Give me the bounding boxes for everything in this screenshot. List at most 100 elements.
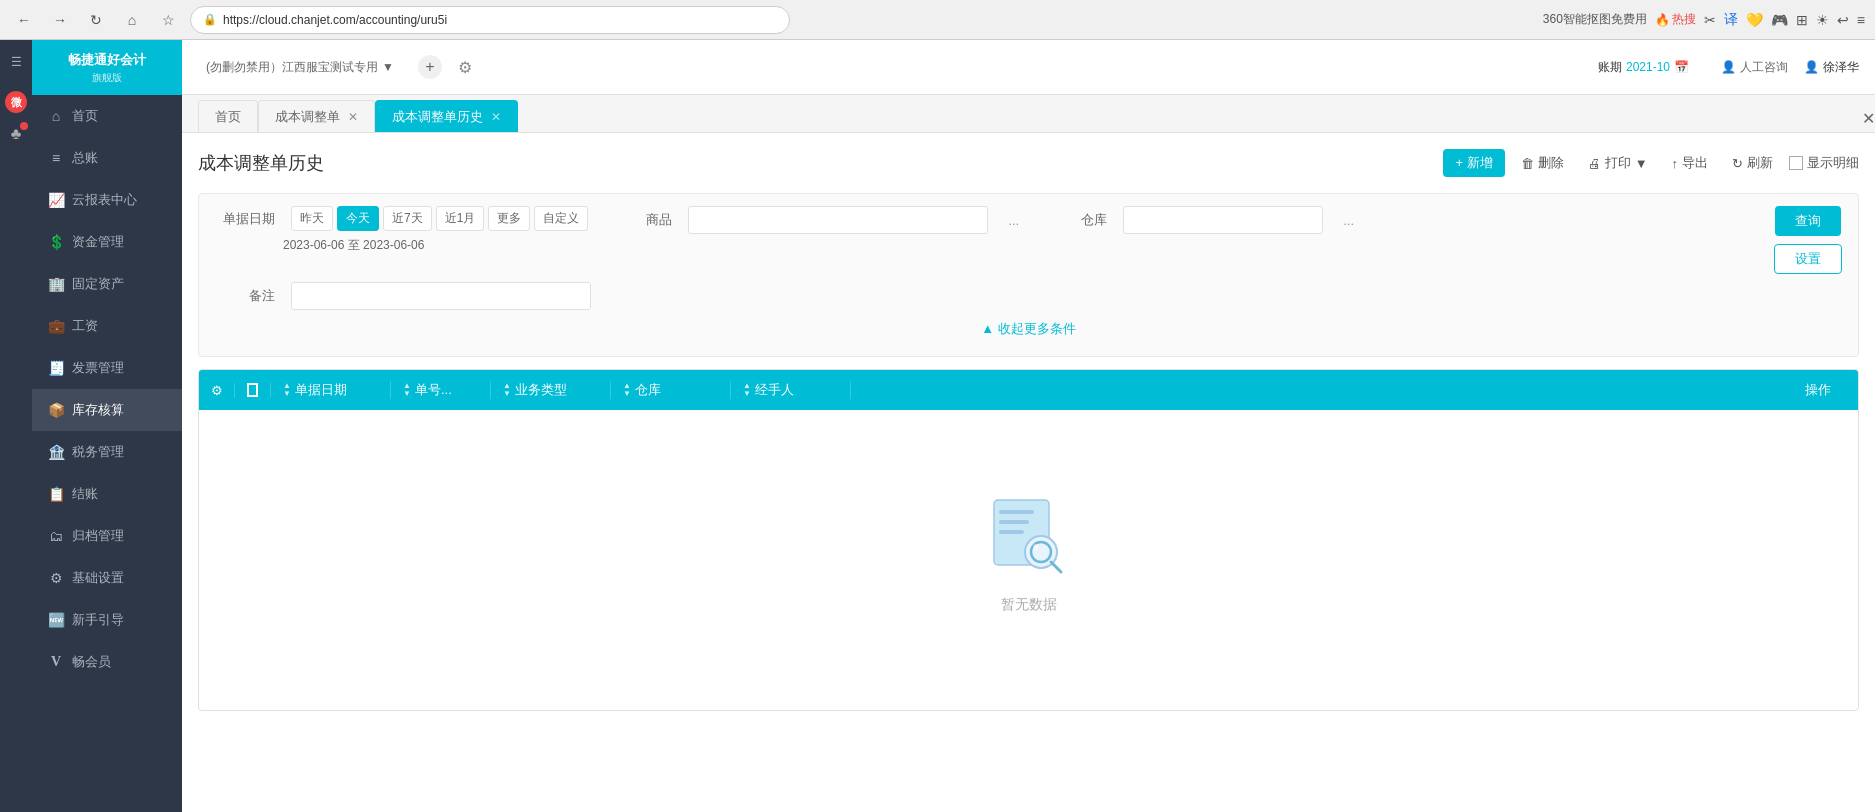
sidebar-item-inventory[interactable]: 📦 库存核算 (32, 389, 182, 431)
url-text: https://cloud.chanjet.com/accounting/uru… (223, 13, 447, 27)
add-button[interactable]: + 新增 (1443, 149, 1504, 177)
sort-arrows-biz: ▲▼ (503, 382, 511, 398)
col-handler[interactable]: ▲▼ 经手人 (731, 381, 851, 399)
tab-cost-adjust-label: 成本调整单 (275, 108, 340, 126)
settings-icon: ⚙ (48, 570, 64, 586)
fire-icon: 🔥 (1655, 13, 1670, 27)
sidebar-label-closing: 结账 (72, 485, 98, 503)
date-btn-7days[interactable]: 近7天 (383, 206, 432, 231)
sidebar-label-ledger: 总账 (72, 149, 98, 167)
show-cols-toggle[interactable]: 显示明细 (1789, 154, 1859, 172)
inventory-icon: 📦 (48, 402, 64, 418)
tab-cost-adjust[interactable]: 成本调整单 ✕ (258, 100, 375, 132)
sidebar-label-vip: 畅会员 (72, 653, 111, 671)
show-cols-checkbox[interactable] (1789, 156, 1803, 170)
refresh-button[interactable]: ↻ (82, 6, 110, 34)
sidebar-item-home[interactable]: ⌂ 首页 (32, 95, 182, 137)
col-checkbox[interactable] (235, 383, 271, 397)
assets-icon: 🏢 (48, 276, 64, 292)
back-button[interactable]: ← (10, 6, 38, 34)
svg-line-6 (1051, 562, 1061, 572)
notes-input[interactable] (291, 282, 591, 310)
svg-rect-3 (999, 530, 1024, 534)
export-button[interactable]: ↑ 导出 (1664, 150, 1717, 176)
tab-home[interactable]: 首页 (198, 100, 258, 132)
sidebar-item-closing[interactable]: 📋 结账 (32, 473, 182, 515)
date-btn-more[interactable]: 更多 (488, 206, 530, 231)
star-button[interactable]: ☆ (154, 6, 182, 34)
strip-item-3[interactable]: ♣ (2, 120, 30, 148)
col-biz-type[interactable]: ▲▼ 业务类型 (491, 381, 611, 399)
svg-point-7 (1033, 544, 1039, 550)
close-all-tabs-button[interactable]: ✕ (1862, 109, 1875, 128)
tab-cost-adjust-history-close[interactable]: ✕ (491, 110, 501, 124)
export-icon: ↑ (1672, 156, 1679, 171)
goods-dots[interactable]: ... (1004, 213, 1023, 228)
filter-settings-button[interactable]: 设置 (1774, 244, 1842, 274)
add-company-button[interactable]: + (418, 55, 442, 79)
trash-icon: 🗑 (1521, 156, 1534, 171)
strip-item-2[interactable]: 微 (2, 88, 30, 116)
col-date[interactable]: ▲▼ 单据日期 (271, 381, 391, 399)
sidebar-label-inventory: 库存核算 (72, 401, 124, 419)
sidebar-item-archive[interactable]: 🗂 归档管理 (32, 515, 182, 557)
strip-item-1[interactable]: ☰ (2, 48, 30, 76)
filter-date-row: 单据日期 昨天 今天 近7天 近1月 更多 自定义 (215, 206, 588, 231)
date-btn-1month[interactable]: 近1月 (436, 206, 485, 231)
menu-icon[interactable]: ≡ (1857, 12, 1865, 28)
invoice-icon: 🧾 (48, 360, 64, 376)
service-button[interactable]: 👤 人工咨询 (1721, 59, 1788, 76)
collapse-icon: ▲ (981, 321, 994, 336)
sidebar-item-invoice[interactable]: 🧾 发票管理 (32, 347, 182, 389)
date-btn-yesterday[interactable]: 昨天 (291, 206, 333, 231)
closing-icon: 📋 (48, 486, 64, 502)
lock-icon: 🔒 (203, 13, 217, 26)
col-bill-no[interactable]: ▲▼ 单号... (391, 381, 491, 399)
sidebar-item-assets[interactable]: 🏢 固定资产 (32, 263, 182, 305)
sidebar-item-tax[interactable]: 🏦 税务管理 (32, 431, 182, 473)
delete-button[interactable]: 🗑 删除 (1513, 150, 1572, 176)
brightness-icon: ☀ (1816, 12, 1829, 28)
sidebar-item-reports[interactable]: 📈 云报表中心 (32, 179, 182, 221)
goods-filter-label: 商品 (612, 211, 672, 229)
account-period: 账期 2021-10 📅 (1598, 59, 1689, 76)
settings-gear-icon[interactable]: ⚙ (458, 58, 472, 77)
filter-goods-row: 商品 ... (612, 206, 1023, 234)
table-body: 暂无数据 (199, 410, 1858, 710)
col-actions: 操作 (1778, 381, 1858, 399)
sidebar-label-salary: 工资 (72, 317, 98, 335)
sidebar-logo: 畅捷通好会计 旗舰版 (32, 40, 182, 95)
refresh-button[interactable]: ↻ 刷新 (1724, 150, 1781, 176)
sidebar-item-salary[interactable]: 💼 工资 (32, 305, 182, 347)
goods-input[interactable] (688, 206, 988, 234)
calendar-icon[interactable]: 📅 (1674, 60, 1689, 74)
top-bar: (勿删勿禁用）江西服宝测试专用 ▼ + ⚙ 账期 2021-10 📅 👤 人工咨… (182, 40, 1875, 95)
sidebar-item-ledger[interactable]: ≡ 总账 (32, 137, 182, 179)
col-settings-icon: ⚙ (211, 383, 223, 398)
date-btn-custom[interactable]: 自定义 (534, 206, 588, 231)
warehouse-input[interactable] (1123, 206, 1323, 234)
grid-icon: ⊞ (1796, 12, 1808, 28)
sidebar-item-settings[interactable]: ⚙ 基础设置 (32, 557, 182, 599)
col-warehouse[interactable]: ▲▼ 仓库 (611, 381, 731, 399)
home-button[interactable]: ⌂ (118, 6, 146, 34)
warehouse-dots[interactable]: ... (1339, 213, 1358, 228)
user-info[interactable]: 👤 徐泽华 (1804, 59, 1859, 76)
col-settings[interactable]: ⚙ (199, 383, 235, 398)
funds-icon: 💲 (48, 234, 64, 250)
sidebar-item-funds[interactable]: 💲 资金管理 (32, 221, 182, 263)
tab-cost-adjust-close[interactable]: ✕ (348, 110, 358, 124)
collapse-bar[interactable]: ▲ 收起更多条件 (215, 314, 1842, 344)
date-btn-today[interactable]: 今天 (337, 206, 379, 231)
forward-button[interactable]: → (46, 6, 74, 34)
sidebar-item-vip[interactable]: V 畅会员 (32, 641, 182, 683)
logo-text: 畅捷通好会计 (68, 51, 146, 69)
sidebar-item-guide[interactable]: 🆕 新手引导 (32, 599, 182, 641)
tab-cost-adjust-history[interactable]: 成本调整单历史 ✕ (375, 100, 518, 132)
query-button[interactable]: 查询 (1775, 206, 1841, 236)
print-button[interactable]: 🖨 打印 ▼ (1580, 150, 1656, 176)
sidebar-label-assets: 固定资产 (72, 275, 124, 293)
company-selector[interactable]: (勿删勿禁用）江西服宝测试专用 ▼ (198, 55, 402, 80)
sort-arrows-warehouse: ▲▼ (623, 382, 631, 398)
address-bar[interactable]: 🔒 https://cloud.chanjet.com/accounting/u… (190, 6, 790, 34)
